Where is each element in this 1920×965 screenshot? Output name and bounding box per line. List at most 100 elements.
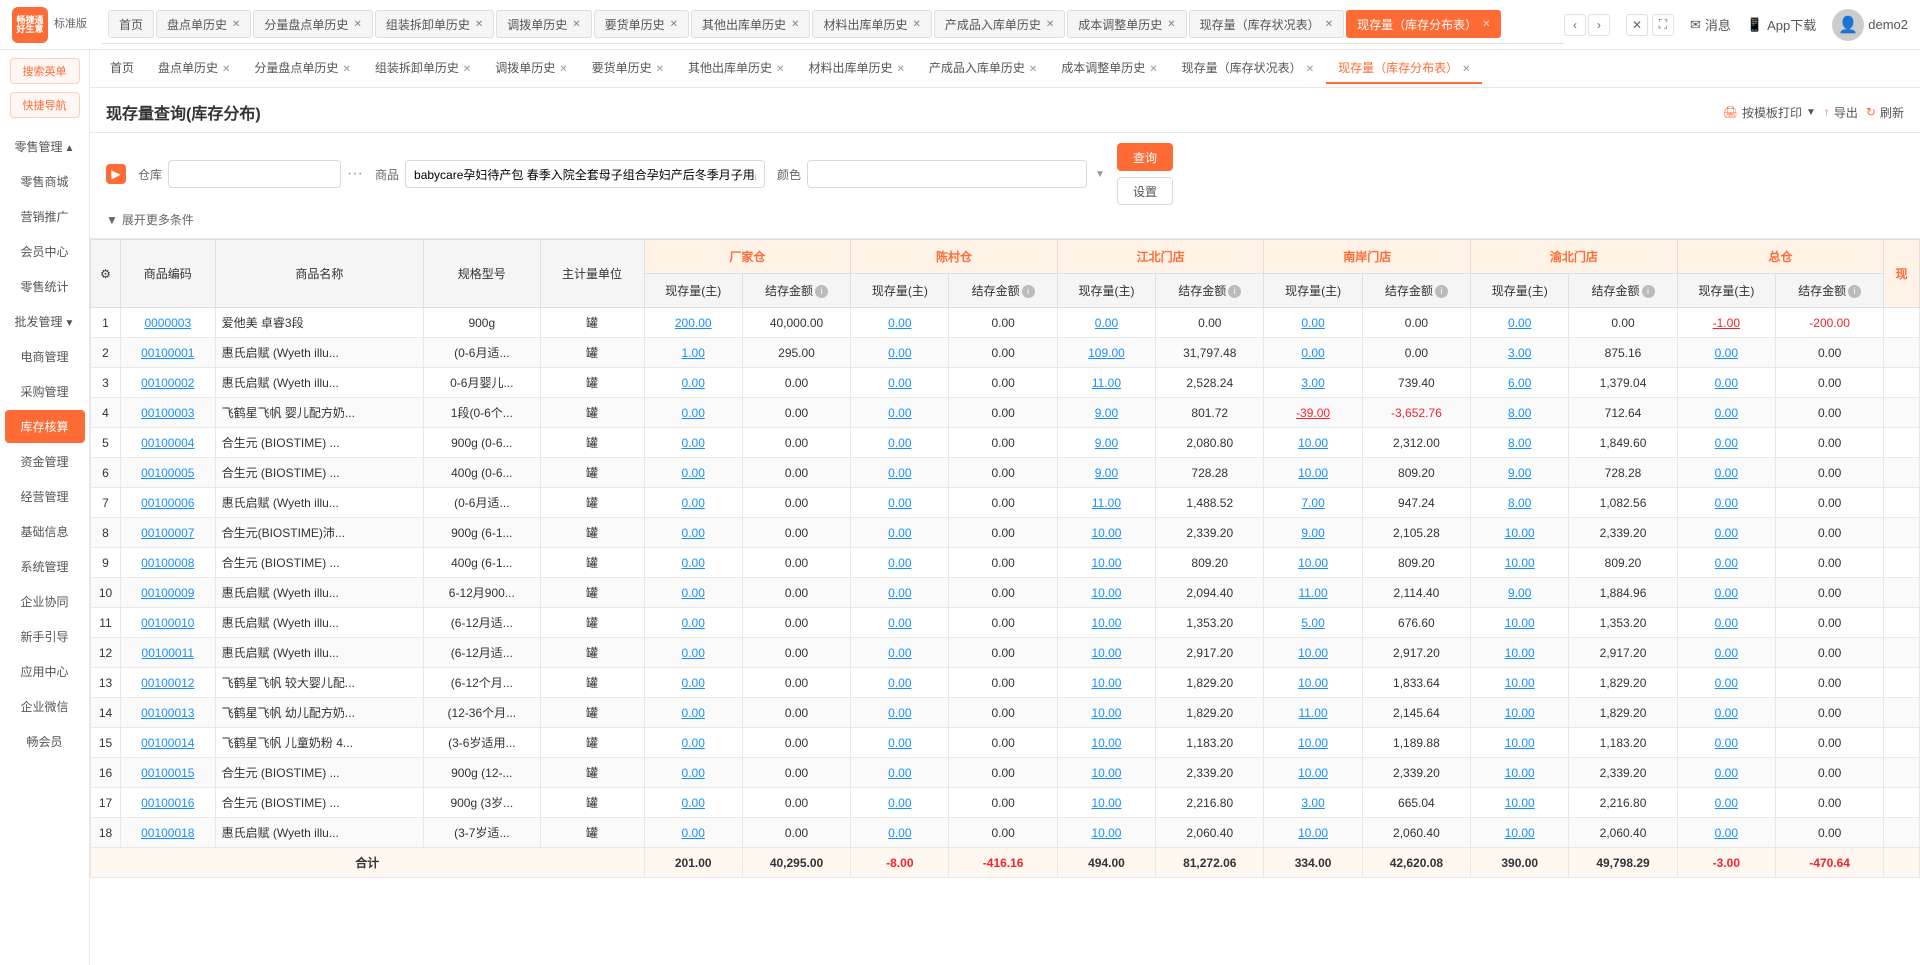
row-tot-qty[interactable]: 0.00 [1677, 458, 1775, 488]
nav-tab-close-6[interactable]: ✕ [776, 64, 784, 75]
tab-close-icon[interactable]: ✕ [353, 19, 361, 30]
nav-tab-6[interactable]: 其他出库单历史✕ [676, 53, 796, 84]
next-tab-btn[interactable]: › [1588, 14, 1610, 36]
row-jb-qty[interactable]: 10.00 [1057, 608, 1155, 638]
row-yb-qty[interactable]: 9.00 [1471, 578, 1569, 608]
sidebar-search-btn[interactable]: 搜索英单 [10, 58, 80, 84]
row-code[interactable]: 00100012 [121, 668, 216, 698]
sidebar-item-5[interactable]: 批发管理▼ [5, 305, 85, 338]
row-jb-qty[interactable]: 10.00 [1057, 668, 1155, 698]
sidebar-item-1[interactable]: 零售商城 [5, 165, 85, 198]
row-na-qty[interactable]: 11.00 [1264, 578, 1362, 608]
c-amt-info-icon[interactable]: i [1022, 285, 1035, 298]
row-yb-qty[interactable]: 10.00 [1471, 788, 1569, 818]
refresh-btn[interactable]: ↻ 刷新 [1866, 104, 1904, 121]
row-na-qty[interactable]: 7.00 [1264, 488, 1362, 518]
tab-close-icon[interactable]: ✕ [1167, 19, 1175, 30]
sidebar-item-0[interactable]: 零售管理▲ [5, 130, 85, 163]
row-na-qty[interactable]: 5.00 [1264, 608, 1362, 638]
row-c-qty[interactable]: 0.00 [851, 608, 949, 638]
tab-close-icon[interactable]: ✕ [572, 19, 580, 30]
row-yb-qty[interactable]: 10.00 [1471, 638, 1569, 668]
fullscreen-btn[interactable]: ⛶ [1652, 14, 1674, 36]
row-tot-qty[interactable]: 0.00 [1677, 368, 1775, 398]
row-tot-qty[interactable]: 0.00 [1677, 428, 1775, 458]
row-c-qty[interactable]: 0.00 [851, 788, 949, 818]
row-tot-qty[interactable]: 0.00 [1677, 518, 1775, 548]
row-f-qty[interactable]: 0.00 [644, 548, 742, 578]
row-yb-qty[interactable]: 9.00 [1471, 458, 1569, 488]
nav-tab-9[interactable]: 成本调整单历史✕ [1049, 53, 1169, 84]
sidebar-item-9[interactable]: 资金管理 [5, 445, 85, 478]
sidebar-item-6[interactable]: 电商管理 [5, 340, 85, 373]
top-tab-10[interactable]: 现存量（库存状况表）✕ [1189, 10, 1344, 38]
row-yb-qty[interactable]: 8.00 [1471, 428, 1569, 458]
row-yb-qty[interactable]: 10.00 [1471, 668, 1569, 698]
row-c-qty[interactable]: 0.00 [851, 428, 949, 458]
row-f-qty[interactable]: 0.00 [644, 728, 742, 758]
sidebar-item-8[interactable]: 库存核算 [5, 410, 85, 443]
row-c-qty[interactable]: 0.00 [851, 818, 949, 848]
color-input[interactable] [807, 160, 1087, 188]
row-c-qty[interactable]: 0.00 [851, 488, 949, 518]
nav-tab-10[interactable]: 现存量（库存状况表）✕ [1170, 53, 1326, 84]
warehouse-more-btn[interactable]: ··· [347, 165, 363, 183]
row-f-qty[interactable]: 0.00 [644, 608, 742, 638]
row-jb-qty[interactable]: 10.00 [1057, 578, 1155, 608]
tab-close-icon[interactable]: ✕ [912, 19, 920, 30]
nav-tab-3[interactable]: 组装拆卸单历史✕ [363, 53, 483, 84]
row-jb-qty[interactable]: 9.00 [1057, 458, 1155, 488]
nav-tab-2[interactable]: 分量盘点单历史✕ [242, 53, 362, 84]
row-tot-qty[interactable]: -1.00 [1677, 308, 1775, 338]
row-yb-qty[interactable]: 3.00 [1471, 338, 1569, 368]
row-f-qty[interactable]: 0.00 [644, 758, 742, 788]
row-jb-qty[interactable]: 10.00 [1057, 758, 1155, 788]
row-tot-qty[interactable]: 0.00 [1677, 698, 1775, 728]
row-jb-qty[interactable]: 10.00 [1057, 638, 1155, 668]
row-code[interactable]: 00100011 [121, 638, 216, 668]
row-c-qty[interactable]: 0.00 [851, 458, 949, 488]
tab-close-icon[interactable]: ✕ [1482, 19, 1490, 30]
row-f-qty[interactable]: 0.00 [644, 698, 742, 728]
row-na-qty[interactable]: 10.00 [1264, 758, 1362, 788]
row-f-qty[interactable]: 0.00 [644, 638, 742, 668]
row-c-qty[interactable]: 0.00 [851, 638, 949, 668]
nav-tab-close-2[interactable]: ✕ [342, 64, 350, 75]
row-c-qty[interactable]: 0.00 [851, 668, 949, 698]
nav-tab-7[interactable]: 材料出库单历史✕ [796, 53, 916, 84]
top-tab-11[interactable]: 现存量（库存分布表）✕ [1346, 10, 1501, 38]
jb-amt-info-icon[interactable]: i [1228, 285, 1241, 298]
row-na-qty[interactable]: 0.00 [1264, 308, 1362, 338]
user-area[interactable]: 👤 demo2 [1832, 9, 1908, 41]
row-jb-qty[interactable]: 10.00 [1057, 518, 1155, 548]
row-yb-qty[interactable]: 6.00 [1471, 368, 1569, 398]
row-na-qty[interactable]: 10.00 [1264, 728, 1362, 758]
row-f-qty[interactable]: 0.00 [644, 578, 742, 608]
row-jb-qty[interactable]: 10.00 [1057, 788, 1155, 818]
row-f-qty[interactable]: 0.00 [644, 428, 742, 458]
row-na-qty[interactable]: 10.00 [1264, 668, 1362, 698]
row-f-qty[interactable]: 0.00 [644, 488, 742, 518]
sidebar-item-11[interactable]: 基础信息 [5, 515, 85, 548]
row-code[interactable]: 00100014 [121, 728, 216, 758]
row-na-qty[interactable]: 11.00 [1264, 698, 1362, 728]
sidebar-item-7[interactable]: 采购管理 [5, 375, 85, 408]
message-btn[interactable]: ✉ 消息 [1690, 15, 1731, 34]
sidebar-item-16[interactable]: 企业微信 [5, 690, 85, 723]
row-code[interactable]: 0000003 [121, 308, 216, 338]
row-code[interactable]: 00100008 [121, 548, 216, 578]
row-c-qty[interactable]: 0.00 [851, 518, 949, 548]
top-tab-7[interactable]: 材料出库单历史✕ [812, 10, 931, 38]
f-amt-info-icon[interactable]: i [815, 285, 828, 298]
row-tot-qty[interactable]: 0.00 [1677, 398, 1775, 428]
sidebar-item-10[interactable]: 经营管理 [5, 480, 85, 513]
row-na-qty[interactable]: 10.00 [1264, 458, 1362, 488]
na-amt-info-icon[interactable]: i [1435, 285, 1448, 298]
row-tot-qty[interactable]: 0.00 [1677, 668, 1775, 698]
nav-tab-5[interactable]: 要货单历史✕ [580, 53, 676, 84]
nav-tab-8[interactable]: 产成品入库单历史✕ [917, 53, 1049, 84]
row-yb-qty[interactable]: 10.00 [1471, 518, 1569, 548]
row-jb-qty[interactable]: 10.00 [1057, 548, 1155, 578]
export-btn[interactable]: ↑ 导出 [1824, 104, 1858, 121]
row-na-qty[interactable]: 9.00 [1264, 518, 1362, 548]
